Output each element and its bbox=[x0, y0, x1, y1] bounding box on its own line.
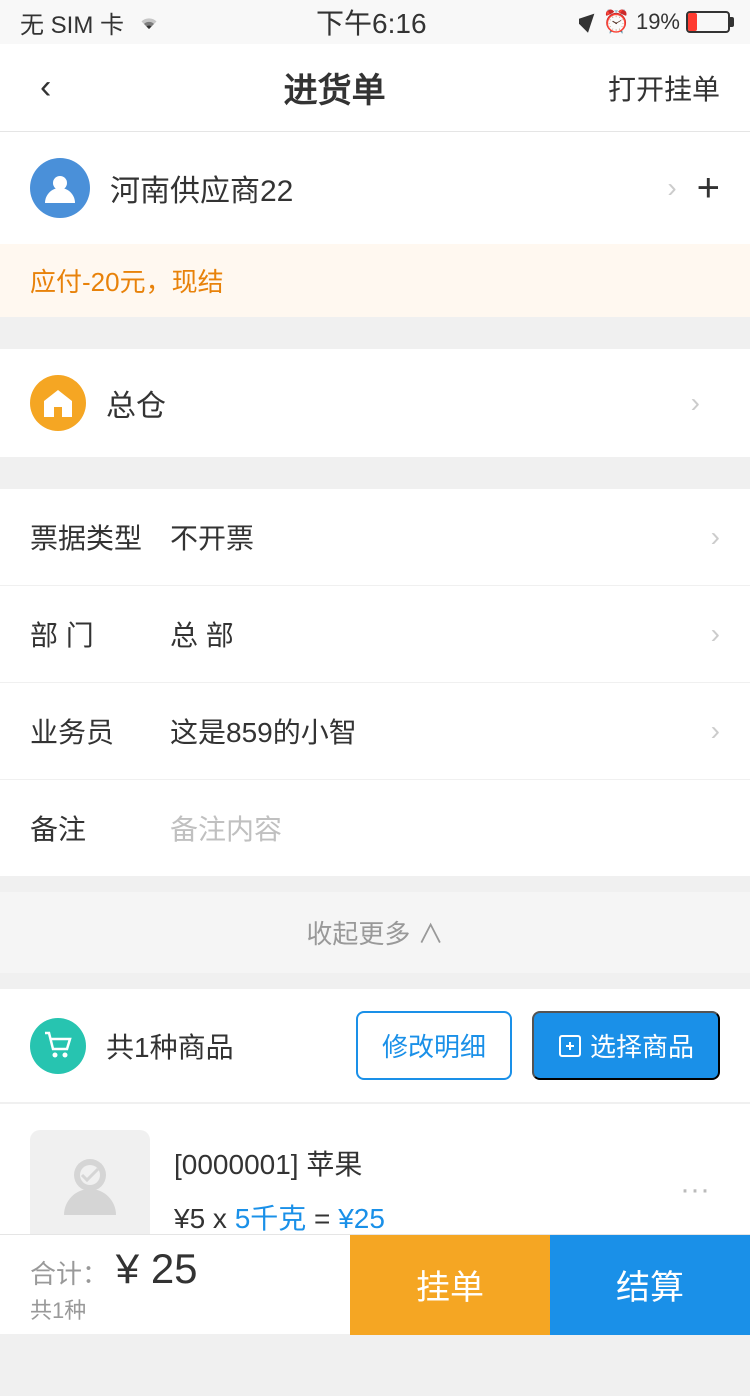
cart-icon-circle bbox=[30, 1018, 86, 1074]
carrier-text: 无 SIM 卡 bbox=[20, 5, 124, 40]
ticket-label: 票据类型 bbox=[30, 517, 160, 557]
page-title: 进货单 bbox=[284, 63, 386, 112]
total-section: 合计： ¥ 25 共1种 bbox=[0, 1245, 350, 1325]
dept-label: 部 门 bbox=[30, 614, 160, 654]
wifi-icon bbox=[134, 11, 164, 33]
ticket-chevron-icon: › bbox=[711, 521, 720, 553]
warning-text: 应付-20元，现结 bbox=[30, 267, 224, 297]
supplier-card: 河南供应商22 › + 应付-20元，现结 bbox=[0, 132, 750, 317]
form-section: 票据类型 不开票 › 部 门 总 部 › 业务员 这是859的小智 › 备注 备… bbox=[0, 489, 750, 876]
select-product-button[interactable]: 选择商品 bbox=[532, 1011, 720, 1080]
salesperson-value: 这是859的小智 bbox=[160, 711, 711, 751]
collapse-button[interactable]: 收起更多 ∧ bbox=[0, 892, 750, 973]
person-icon bbox=[42, 170, 78, 206]
location-icon bbox=[579, 11, 597, 33]
product-count: 共1种商品 bbox=[106, 1026, 336, 1066]
form-row-salesperson[interactable]: 业务员 这是859的小智 › bbox=[0, 683, 750, 780]
home-icon bbox=[41, 386, 75, 420]
status-carrier: 无 SIM 卡 bbox=[20, 5, 164, 40]
remark-label: 备注 bbox=[30, 808, 160, 848]
product-price: ¥5 x 5千克 = ¥25 bbox=[174, 1197, 646, 1237]
select-product-icon bbox=[558, 1034, 582, 1058]
remark-input[interactable]: 备注内容 bbox=[160, 808, 720, 848]
dept-value: 总 部 bbox=[160, 614, 711, 654]
warehouse-chevron-icon: › bbox=[691, 387, 700, 419]
battery-percent: 19% bbox=[636, 9, 680, 35]
open-pending-button[interactable]: 打开挂单 bbox=[608, 68, 720, 108]
status-right: ⏰ 19% bbox=[579, 9, 730, 35]
total-count: 共1种 bbox=[30, 1293, 320, 1325]
dept-chevron-icon: › bbox=[711, 618, 720, 650]
pending-button[interactable]: 挂单 bbox=[350, 1235, 550, 1335]
products-header: 共1种商品 修改明细 选择商品 bbox=[0, 989, 750, 1102]
checkout-button[interactable]: 结算 bbox=[550, 1235, 750, 1335]
product-logo-icon bbox=[50, 1150, 130, 1230]
back-button[interactable]: ‹ bbox=[30, 58, 61, 117]
edit-detail-button[interactable]: 修改明细 bbox=[356, 1011, 512, 1080]
form-row-department[interactable]: 部 门 总 部 › bbox=[0, 586, 750, 683]
total-row: 合计： ¥ 25 bbox=[30, 1245, 320, 1293]
supplier-row[interactable]: 河南供应商22 › + bbox=[0, 132, 750, 244]
alarm-icon: ⏰ bbox=[603, 9, 630, 35]
warehouse-icon bbox=[30, 375, 86, 431]
form-row-remark[interactable]: 备注 备注内容 bbox=[0, 780, 750, 876]
bottom-bar: 合计： ¥ 25 共1种 挂单 结算 bbox=[0, 1234, 750, 1334]
ticket-value: 不开票 bbox=[160, 517, 711, 557]
salesperson-chevron-icon: › bbox=[711, 715, 720, 747]
status-time: 下午6:16 bbox=[316, 2, 427, 42]
salesperson-label: 业务员 bbox=[30, 711, 160, 751]
content: 河南供应商22 › + 应付-20元，现结 总仓 › 票据类型 不开票 › bbox=[0, 132, 750, 1396]
total-amount: ¥ 25 bbox=[116, 1245, 198, 1292]
product-info: [0000001] 苹果 ¥5 x 5千克 = ¥25 bbox=[174, 1143, 646, 1237]
supplier-chevron-icon: › bbox=[667, 172, 676, 204]
status-bar: 无 SIM 卡 下午6:16 ⏰ 19% bbox=[0, 0, 750, 44]
add-button[interactable]: + bbox=[697, 166, 720, 211]
supplier-name: 河南供应商22 bbox=[110, 166, 667, 210]
warehouse-name: 总仓 bbox=[106, 381, 691, 425]
supplier-avatar bbox=[30, 158, 90, 218]
form-row-ticket[interactable]: 票据类型 不开票 › bbox=[0, 489, 750, 586]
cart-icon bbox=[41, 1029, 75, 1063]
warehouse-card: 总仓 › bbox=[0, 349, 750, 457]
warehouse-row[interactable]: 总仓 › bbox=[0, 349, 750, 457]
warning-banner: 应付-20元，现结 bbox=[0, 244, 750, 317]
battery-icon bbox=[686, 11, 730, 33]
nav-bar: ‹ 进货单 打开挂单 bbox=[0, 44, 750, 132]
total-label: 合计： bbox=[30, 1259, 108, 1289]
product-name: [0000001] 苹果 bbox=[174, 1143, 646, 1183]
product-thumbnail bbox=[30, 1130, 150, 1250]
product-more-button[interactable]: ··· bbox=[670, 1163, 720, 1217]
